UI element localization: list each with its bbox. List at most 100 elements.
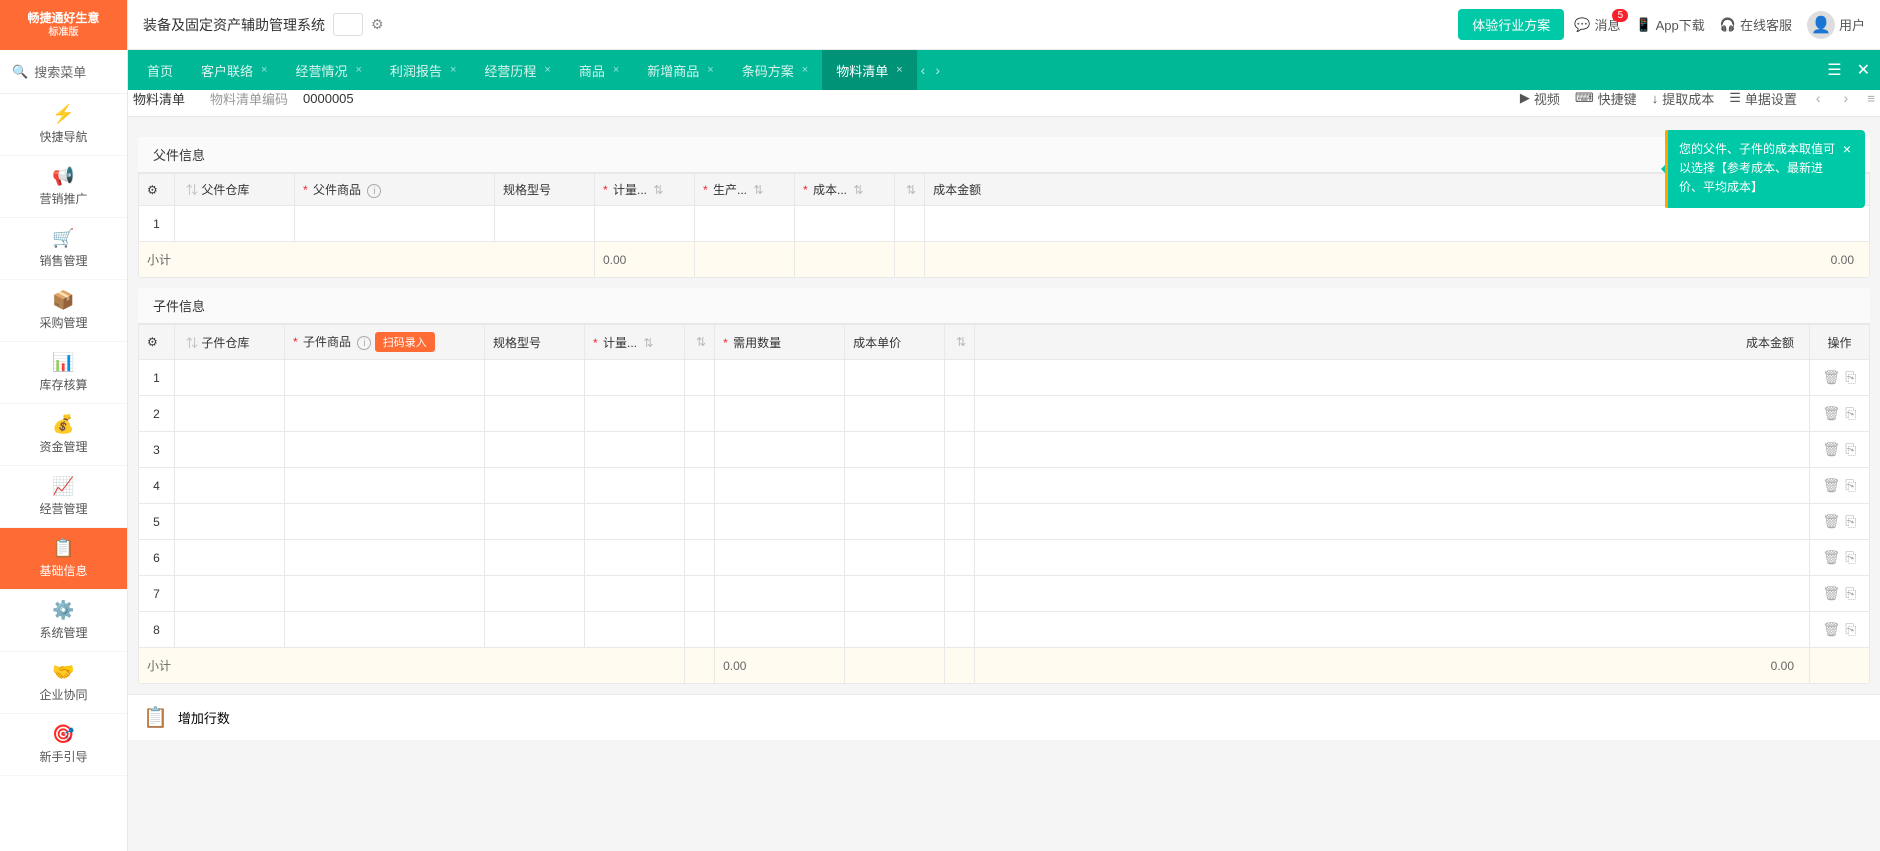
sidebar-item-guide[interactable]: 🎯 新手引导: [0, 714, 127, 776]
child-needed-qty-cell-7[interactable]: [715, 576, 845, 612]
child-spec-cell-2[interactable]: [485, 396, 585, 432]
delete-row-icon-3[interactable]: 🗑: [1823, 441, 1841, 458]
close-all-tabs-button[interactable]: ☰: [1817, 60, 1851, 80]
add-row-icon[interactable]: 📋: [143, 705, 168, 730]
sidebar-item-enterprise[interactable]: 🤝 企业协同: [0, 652, 127, 714]
child-product-info-icon[interactable]: i: [357, 336, 371, 350]
parent-settings-icon[interactable]: ⚙: [147, 183, 158, 197]
child-cost-amount-cell-6[interactable]: [975, 540, 1810, 576]
parent-cost-amount-cell-1[interactable]: [925, 206, 1870, 242]
close-products-tab-icon[interactable]: ×: [613, 64, 619, 76]
child-sort-cell-4[interactable]: [685, 468, 715, 504]
child-sort2-cell-2[interactable]: [945, 396, 975, 432]
parent-spec-cell-1[interactable]: [495, 206, 595, 242]
child-quantity-cell-2[interactable]: [585, 396, 685, 432]
child-product-cell-5[interactable]: [285, 504, 485, 540]
close-history-tab-icon[interactable]: ×: [544, 64, 550, 76]
child-cost-amount-cell-4[interactable]: [975, 468, 1810, 504]
system-select[interactable]: [333, 13, 363, 36]
child-product-cell-7[interactable]: [285, 576, 485, 612]
child-spec-cell-6[interactable]: [485, 540, 585, 576]
th-sort-cost-icon[interactable]: ⇅: [853, 183, 863, 197]
app-download-button[interactable]: 📱 App下载: [1635, 15, 1704, 34]
child-warehouse-cell-4[interactable]: [175, 468, 285, 504]
close-all-icon-button[interactable]: ✕: [1852, 60, 1875, 80]
child-warehouse-cell-3[interactable]: [175, 432, 285, 468]
copy-row-icon-6[interactable]: ⎘: [1845, 549, 1856, 566]
child-sort-cell-3[interactable]: [685, 432, 715, 468]
tab-profit[interactable]: 利润报告 ×: [376, 50, 470, 90]
child-warehouse-cell-5[interactable]: [175, 504, 285, 540]
child-warehouse-cell-2[interactable]: [175, 396, 285, 432]
child-sort-cell-1[interactable]: [685, 360, 715, 396]
child-needed-qty-cell-1[interactable]: [715, 360, 845, 396]
add-row-label[interactable]: 增加行数: [178, 708, 230, 727]
child-product-cell-8[interactable]: [285, 612, 485, 648]
child-unit-cost-cell-7[interactable]: [845, 576, 945, 612]
parent-production-cell-1[interactable]: [695, 206, 795, 242]
messages-button[interactable]: 💬 消息 5: [1574, 15, 1620, 34]
child-sort-cell-5[interactable]: [685, 504, 715, 540]
trial-button[interactable]: 体验行业方案: [1458, 9, 1564, 40]
child-spec-cell-1[interactable]: [485, 360, 585, 396]
single-settings-button[interactable]: ☰ 单据设置: [1729, 90, 1797, 108]
child-unit-cost-cell-2[interactable]: [845, 396, 945, 432]
close-profit-tab-icon[interactable]: ×: [450, 64, 456, 76]
child-unit-cost-cell-6[interactable]: [845, 540, 945, 576]
child-needed-qty-cell-4[interactable]: [715, 468, 845, 504]
copy-row-icon-1[interactable]: ⎘: [1845, 369, 1856, 386]
child-quantity-cell-8[interactable]: [585, 612, 685, 648]
nav-next-record[interactable]: ›: [1840, 90, 1853, 108]
child-sort2-cell-1[interactable]: [945, 360, 975, 396]
child-cost-amount-cell-5[interactable]: [975, 504, 1810, 540]
th-sort-qty-icon[interactable]: ⇅: [653, 183, 663, 197]
close-bom-tab-icon[interactable]: ×: [896, 64, 902, 76]
parent-cost-cell-1[interactable]: [795, 206, 895, 242]
child-warehouse-cell-7[interactable]: [175, 576, 285, 612]
child-settings-icon[interactable]: ⚙: [147, 335, 158, 349]
child-quantity-cell-7[interactable]: [585, 576, 685, 612]
child-sort2-cell-6[interactable]: [945, 540, 975, 576]
child-sort2-cell-5[interactable]: [945, 504, 975, 540]
delete-row-icon-6[interactable]: 🗑: [1823, 549, 1841, 566]
sidebar-item-sales[interactable]: 🛒 销售管理: [0, 218, 127, 280]
child-needed-qty-cell-6[interactable]: [715, 540, 845, 576]
child-sort-cell-6[interactable]: [685, 540, 715, 576]
list-view-button[interactable]: ≡: [1867, 91, 1875, 106]
search-menu-button[interactable]: 🔍 搜索菜单: [8, 58, 119, 85]
parent-th-settings[interactable]: ⚙: [139, 174, 175, 206]
child-cost-amount-cell-7[interactable]: [975, 576, 1810, 612]
gear-icon[interactable]: ⚙: [371, 16, 384, 33]
tab-next-button[interactable]: ›: [931, 60, 944, 80]
sidebar-item-finance[interactable]: 💰 资金管理: [0, 404, 127, 466]
extract-cost-button[interactable]: ↓ 提取成本: [1652, 90, 1715, 108]
online-service-button[interactable]: 🎧 在线客服: [1720, 15, 1792, 34]
child-sort-cell-8[interactable]: [685, 612, 715, 648]
delete-row-icon-1[interactable]: 🗑: [1823, 369, 1841, 386]
child-sort-cell-7[interactable]: [685, 576, 715, 612]
tooltip-close-button[interactable]: ×: [1843, 138, 1851, 160]
child-quantity-cell-4[interactable]: [585, 468, 685, 504]
child-product-cell-6[interactable]: [285, 540, 485, 576]
copy-row-icon-4[interactable]: ⎘: [1845, 477, 1856, 494]
tab-operations[interactable]: 经营情况 ×: [281, 50, 375, 90]
tab-customer[interactable]: 客户联络 ×: [187, 50, 281, 90]
close-customer-tab-icon[interactable]: ×: [261, 64, 267, 76]
sidebar-item-basic-info[interactable]: 📋 基础信息: [0, 528, 127, 590]
delete-row-icon-4[interactable]: 🗑: [1823, 477, 1841, 494]
child-warehouse-cell-8[interactable]: [175, 612, 285, 648]
tab-new-product[interactable]: 新增商品 ×: [633, 50, 727, 90]
child-unit-cost-cell-4[interactable]: [845, 468, 945, 504]
child-cost-amount-cell-1[interactable]: [975, 360, 1810, 396]
child-cost-amount-cell-2[interactable]: [975, 396, 1810, 432]
user-menu-button[interactable]: 👤 用户: [1807, 11, 1865, 39]
copy-row-icon-3[interactable]: ⎘: [1845, 441, 1856, 458]
tab-prev-button[interactable]: ‹: [917, 60, 930, 80]
child-sort2-cell-4[interactable]: [945, 468, 975, 504]
close-new-product-tab-icon[interactable]: ×: [707, 64, 713, 76]
sidebar-item-operations[interactable]: 📈 经营管理: [0, 466, 127, 528]
tab-products[interactable]: 商品 ×: [565, 50, 633, 90]
child-cost-amount-cell-8[interactable]: [975, 612, 1810, 648]
copy-row-icon-2[interactable]: ⎘: [1845, 405, 1856, 422]
sidebar-item-inventory[interactable]: 📊 库存核算: [0, 342, 127, 404]
